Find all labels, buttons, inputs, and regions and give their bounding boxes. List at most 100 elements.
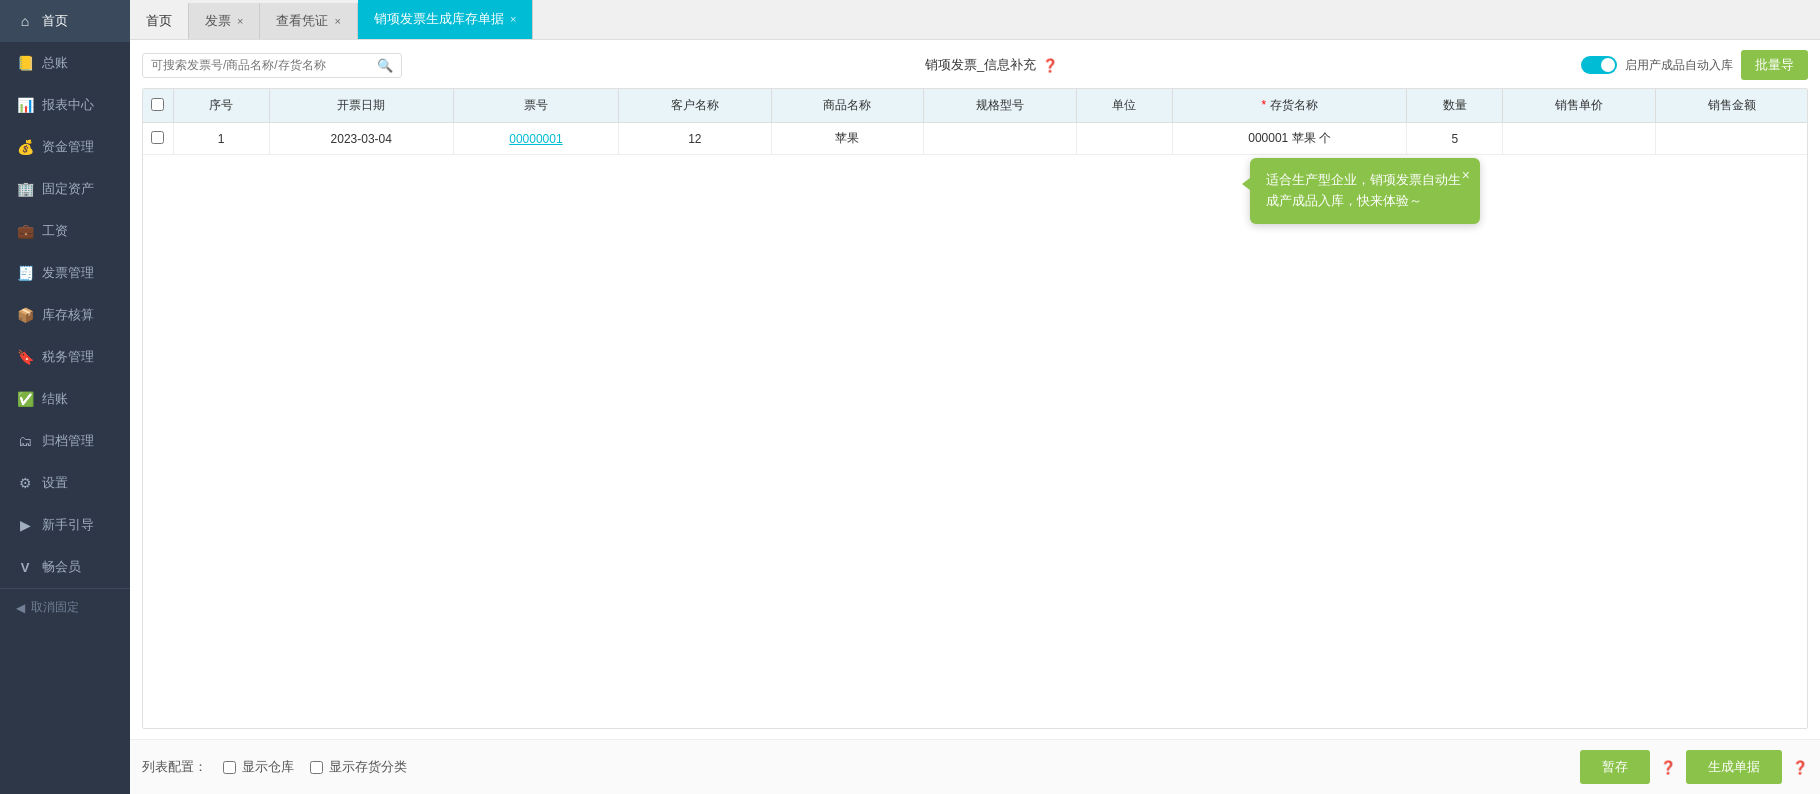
save-button[interactable]: 暂存 bbox=[1580, 750, 1650, 784]
sidebar-item-ledger[interactable]: 📒 总账 bbox=[0, 42, 130, 84]
warehouse-checkbox[interactable] bbox=[223, 761, 236, 774]
footer-actions: 暂存 ❓ 生成单据 ❓ bbox=[1580, 750, 1808, 784]
info-help-icon[interactable]: ❓ bbox=[1042, 58, 1058, 73]
toolbar-left: 🔍 bbox=[142, 53, 402, 78]
sidebar-item-tax[interactable]: 🔖 税务管理 bbox=[0, 336, 130, 378]
sidebar: ⌂ 首页 📒 总账 📊 报表中心 💰 资金管理 🏢 固定资产 💼 工资 🧾 发票… bbox=[0, 0, 130, 794]
warehouse-checkbox-group[interactable]: 显示仓库 bbox=[223, 758, 294, 776]
tab-generate-label: 销项发票生成库存单据 bbox=[374, 10, 504, 28]
save-help-icon[interactable]: ❓ bbox=[1660, 760, 1676, 775]
home-icon: ⌂ bbox=[16, 13, 34, 29]
row-goods: 苹果 bbox=[771, 123, 924, 155]
sidebar-item-label: 归档管理 bbox=[42, 432, 94, 450]
tab-voucher[interactable]: 查看凭证 × bbox=[260, 3, 357, 39]
search-input[interactable] bbox=[151, 58, 377, 72]
tab-generate[interactable]: 销项发票生成库存单据 × bbox=[358, 0, 533, 39]
category-checkbox-group[interactable]: 显示存货分类 bbox=[310, 758, 407, 776]
guide-icon: ▶ bbox=[16, 517, 34, 533]
sidebar-item-inventory[interactable]: 📦 库存核算 bbox=[0, 294, 130, 336]
tab-home[interactable]: 首页 bbox=[130, 3, 189, 39]
sidebar-item-report[interactable]: 📊 报表中心 bbox=[0, 84, 130, 126]
sidebar-item-label: 工资 bbox=[42, 222, 68, 240]
tab-voucher-close[interactable]: × bbox=[334, 15, 340, 27]
select-all-checkbox[interactable] bbox=[151, 98, 164, 111]
row-inventory[interactable]: 000001 苹果 个 bbox=[1173, 123, 1407, 155]
tab-invoice[interactable]: 发票 × bbox=[189, 3, 260, 39]
col-amount: 销售金额 bbox=[1656, 89, 1807, 123]
tax-icon: 🔖 bbox=[16, 349, 34, 365]
sidebar-item-label: 结账 bbox=[42, 390, 68, 408]
batch-button[interactable]: 批量导 bbox=[1741, 50, 1808, 80]
toggle-label: 启用产成品自动入库 bbox=[1625, 57, 1733, 74]
asset-icon: 🏢 bbox=[16, 181, 34, 197]
wage-icon: 💼 bbox=[16, 223, 34, 239]
sidebar-item-label: 畅会员 bbox=[42, 558, 81, 576]
sidebar-item-label: 资金管理 bbox=[42, 138, 94, 156]
data-table-wrapper: 序号 开票日期 票号 客户名称 商品名称 规格型号 单位 * 存货名称 数量 销… bbox=[142, 88, 1808, 729]
row-customer: 12 bbox=[619, 123, 772, 155]
search-box[interactable]: 🔍 bbox=[142, 53, 402, 78]
sidebar-item-fund[interactable]: 💰 资金管理 bbox=[0, 126, 130, 168]
tab-voucher-label: 查看凭证 bbox=[276, 12, 328, 30]
toolbar-center: 销项发票_信息补充 ❓ bbox=[925, 56, 1058, 74]
col-inventory: * 存货名称 bbox=[1173, 89, 1407, 123]
sidebar-item-label: 新手引导 bbox=[42, 516, 94, 534]
sidebar-item-archive[interactable]: 🗂 归档管理 bbox=[0, 420, 130, 462]
warehouse-label: 显示仓库 bbox=[242, 758, 294, 776]
col-checkbox bbox=[143, 89, 173, 123]
tab-invoice-close[interactable]: × bbox=[237, 15, 243, 27]
col-customer: 客户名称 bbox=[619, 89, 772, 123]
row-unit bbox=[1076, 123, 1172, 155]
settle-icon: ✅ bbox=[16, 391, 34, 407]
row-checkbox[interactable] bbox=[151, 131, 164, 144]
sidebar-item-asset[interactable]: 🏢 固定资产 bbox=[0, 168, 130, 210]
sidebar-item-home[interactable]: ⌂ 首页 bbox=[0, 0, 130, 42]
main-area: 首页 发票 × 查看凭证 × 销项发票生成库存单据 × 🔍 销项发票_信息补充 bbox=[130, 0, 1820, 794]
ledger-icon: 📒 bbox=[16, 55, 34, 71]
row-quantity: 5 bbox=[1407, 123, 1503, 155]
sidebar-item-settle[interactable]: ✅ 结账 bbox=[0, 378, 130, 420]
sidebar-item-vip[interactable]: V 畅会员 bbox=[0, 546, 130, 588]
generate-button[interactable]: 生成单据 bbox=[1686, 750, 1782, 784]
sidebar-item-label: 报表中心 bbox=[42, 96, 94, 114]
sidebar-pin-button[interactable]: ◀ 取消固定 bbox=[0, 588, 130, 626]
auto-warehouse-toggle[interactable] bbox=[1581, 56, 1617, 74]
fund-icon: 💰 bbox=[16, 139, 34, 155]
row-price bbox=[1503, 123, 1656, 155]
row-date: 2023-03-04 bbox=[269, 123, 453, 155]
sidebar-item-guide[interactable]: ▶ 新手引导 bbox=[0, 504, 130, 546]
row-checkbox-cell[interactable] bbox=[143, 123, 173, 155]
sidebar-item-settings[interactable]: ⚙ 设置 bbox=[0, 462, 130, 504]
feature-tooltip: × 适合生产型企业，销项发票自动生成产成品入库，快来体验～ bbox=[1250, 158, 1480, 224]
tab-home-label: 首页 bbox=[146, 12, 172, 30]
sidebar-item-label: 库存核算 bbox=[42, 306, 94, 324]
col-price: 销售单价 bbox=[1503, 89, 1656, 123]
sidebar-item-label: 固定资产 bbox=[42, 180, 94, 198]
tooltip-text: 适合生产型企业，销项发票自动生成产成品入库，快来体验～ bbox=[1266, 172, 1461, 208]
sidebar-item-label: 发票管理 bbox=[42, 264, 94, 282]
pin-icon: ◀ bbox=[16, 601, 25, 615]
tab-invoice-label: 发票 bbox=[205, 12, 231, 30]
category-checkbox[interactable] bbox=[310, 761, 323, 774]
invoice-icon: 🧾 bbox=[16, 265, 34, 281]
row-no[interactable]: 00000001 bbox=[453, 123, 618, 155]
settings-icon: ⚙ bbox=[16, 475, 34, 491]
category-label: 显示存货分类 bbox=[329, 758, 407, 776]
page-content: 🔍 销项发票_信息补充 ❓ 启用产成品自动入库 批量导 bbox=[130, 40, 1820, 739]
generate-help-icon[interactable]: ❓ bbox=[1792, 760, 1808, 775]
tooltip-close-button[interactable]: × bbox=[1462, 164, 1470, 186]
tab-generate-close[interactable]: × bbox=[510, 13, 516, 25]
sidebar-item-wage[interactable]: 💼 工资 bbox=[0, 210, 130, 252]
invoice-no-link[interactable]: 00000001 bbox=[509, 132, 562, 146]
footer-bar: 列表配置： 显示仓库 显示存货分类 暂存 ❓ 生成单据 ❓ bbox=[130, 739, 1820, 794]
col-seq: 序号 bbox=[173, 89, 269, 123]
toolbar: 🔍 销项发票_信息补充 ❓ 启用产成品自动入库 批量导 bbox=[142, 50, 1808, 80]
row-spec bbox=[924, 123, 1077, 155]
row-seq: 1 bbox=[173, 123, 269, 155]
info-label: 销项发票_信息补充 bbox=[925, 56, 1036, 74]
tab-bar: 首页 发票 × 查看凭证 × 销项发票生成库存单据 × bbox=[130, 0, 1820, 40]
pin-label: 取消固定 bbox=[31, 599, 79, 616]
sidebar-item-label: 首页 bbox=[42, 12, 68, 30]
sidebar-item-invoice[interactable]: 🧾 发票管理 bbox=[0, 252, 130, 294]
data-table: 序号 开票日期 票号 客户名称 商品名称 规格型号 单位 * 存货名称 数量 销… bbox=[143, 89, 1807, 155]
